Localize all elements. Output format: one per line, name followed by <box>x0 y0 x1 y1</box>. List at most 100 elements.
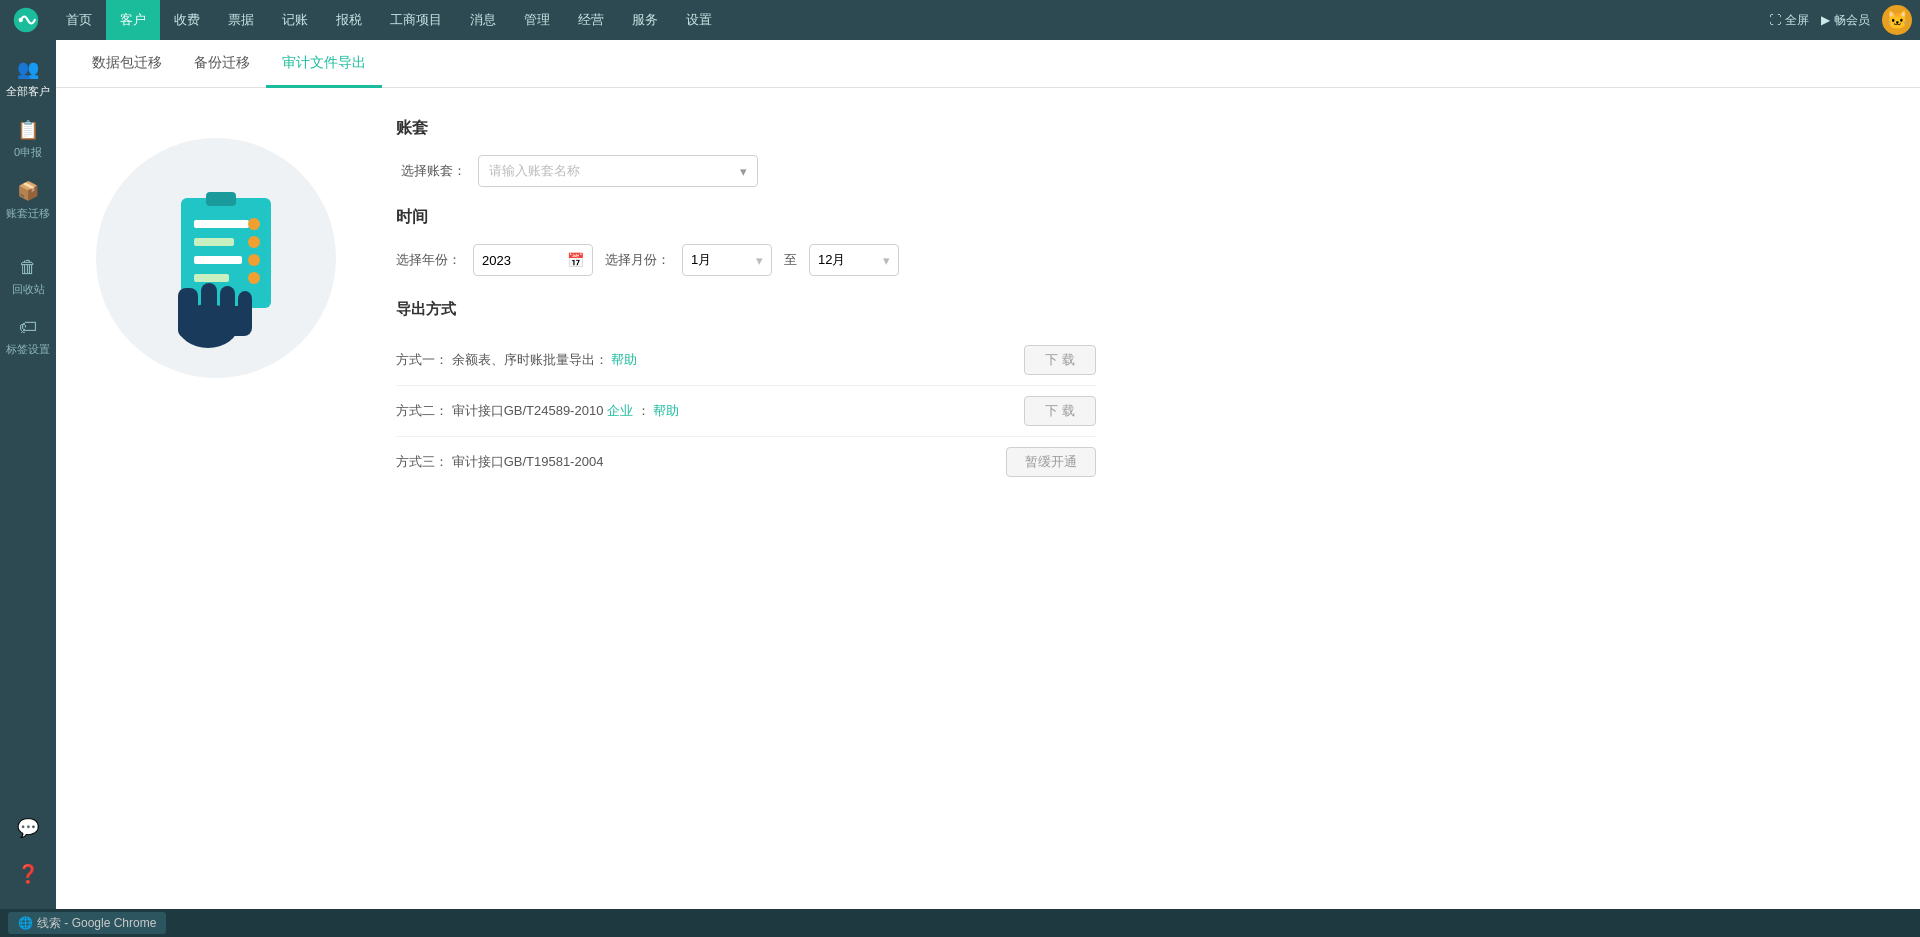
time-section-divider: 时间 <box>396 207 1096 228</box>
export-method-3: 方式三： 审计接口GB/T19581-2004 暂缓开通 <box>396 437 1096 487</box>
svg-point-10 <box>248 272 260 284</box>
accounts-section-title: 账套 <box>396 118 1096 139</box>
svg-rect-4 <box>194 238 234 246</box>
export-method-2-help-link[interactable]: 帮助 <box>653 403 679 418</box>
nav-menu: 首页 客户 收费 票据 记账 报税 工商项目 消息 管理 经营 服务 设置 <box>52 0 1769 40</box>
tab-data-package-migrate[interactable]: 数据包迁移 <box>76 41 178 88</box>
sidebar-item-account-migrate[interactable]: 📦 账套迁移 <box>0 170 56 231</box>
recycle-icon: 🗑 <box>19 257 37 278</box>
taskbar-chrome[interactable]: 🌐 线索 - Google Chrome <box>8 912 166 934</box>
nav-bills[interactable]: 票据 <box>214 0 268 40</box>
svg-rect-11 <box>206 192 236 206</box>
nav-accounting[interactable]: 记账 <box>268 0 322 40</box>
export-method-2-text: 审计接口GB/T24589-2010 <box>452 403 604 418</box>
export-method-3-text: 审计接口GB/T19581-2004 <box>452 454 604 469</box>
accounts-placeholder: 请输入账套名称 <box>489 162 580 180</box>
export-method-1: 方式一： 余额表、序时账批量导出： 帮助 下 载 <box>396 335 1096 386</box>
export-method-1-text: 余额表、序时账批量导出： <box>452 352 608 367</box>
all-customers-icon: 👥 <box>17 58 39 80</box>
accounts-form-row: 选择账套： 请输入账套名称 ▾ <box>396 155 1096 187</box>
export-method-3-prefix: 方式三： <box>396 454 448 469</box>
nav-home[interactable]: 首页 <box>52 0 106 40</box>
calendar-icon: 📅 <box>567 252 584 268</box>
month-end-select[interactable]: 12月 ▾ <box>809 244 899 276</box>
nav-fees[interactable]: 收费 <box>160 0 214 40</box>
time-section-title: 时间 <box>396 207 1096 228</box>
help-icon: ❓ <box>17 863 39 885</box>
time-form-row: 选择年份： 2023 📅 选择月份： 1月 ▾ 至 12月 <box>396 244 1096 276</box>
chat-icon: 💬 <box>17 817 39 839</box>
year-input[interactable]: 2023 📅 <box>473 244 593 276</box>
sidebar-item-recycle[interactable]: 🗑 回收站 <box>0 247 56 307</box>
export-method-1-download-button[interactable]: 下 载 <box>1024 345 1096 375</box>
svg-point-1 <box>19 18 23 22</box>
month-end-value: 12月 <box>818 251 845 269</box>
export-method-1-desc: 方式一： 余额表、序时账批量导出： 帮助 <box>396 351 637 369</box>
accounts-label: 选择账套： <box>396 162 466 180</box>
nav-right-area: ⛶ 全屏 ▶ 畅会员 🐱 <box>1769 5 1912 35</box>
export-method-2-download-button[interactable]: 下 载 <box>1024 396 1096 426</box>
nav-manage[interactable]: 管理 <box>510 0 564 40</box>
tag-settings-icon: 🏷 <box>19 317 37 338</box>
form-container: 账套 选择账套： 请输入账套名称 ▾ 时间 选择年份： <box>96 118 1880 487</box>
month-start-value: 1月 <box>691 251 711 269</box>
nav-bizproject[interactable]: 工商项目 <box>376 0 456 40</box>
main-layout: 👥 全部客户 📋 0申报 📦 账套迁移 🗑 回收站 🏷 标签设置 💬 ❓ <box>0 40 1920 909</box>
to-text: 至 <box>784 251 797 269</box>
export-method-1-prefix: 方式一： <box>396 352 448 367</box>
sidebar-item-zero-declare[interactable]: 📋 0申报 <box>0 109 56 170</box>
tabs-bar: 数据包迁移 备份迁移 审计文件导出 <box>56 40 1920 88</box>
export-method-2-prefix: 方式二： <box>396 403 448 418</box>
month-start-label: 选择月份： <box>605 251 670 269</box>
year-value: 2023 <box>482 253 511 268</box>
tab-backup-migrate[interactable]: 备份迁移 <box>178 41 266 88</box>
nav-operation[interactable]: 经营 <box>564 0 618 40</box>
export-method-3-comingsoon-button[interactable]: 暂缓开通 <box>1006 447 1096 477</box>
sidebar-help[interactable]: ❓ <box>13 855 43 893</box>
export-method-2: 方式二： 审计接口GB/T24589-2010 企业 ： 帮助 下 载 <box>396 386 1096 437</box>
export-section-title: 导出方式 <box>396 300 1096 319</box>
export-method-3-desc: 方式三： 审计接口GB/T19581-2004 <box>396 453 603 471</box>
top-navigation: 首页 客户 收费 票据 记账 报税 工商项目 消息 管理 经营 服务 设置 ⛶ … <box>0 0 1920 40</box>
svg-rect-5 <box>194 256 242 264</box>
export-method-1-help-link[interactable]: 帮助 <box>611 352 637 367</box>
sidebar-item-tag-settings[interactable]: 🏷 标签设置 <box>0 307 56 367</box>
svg-rect-17 <box>178 306 252 336</box>
export-method-2-desc: 方式二： 审计接口GB/T24589-2010 企业 ： 帮助 <box>396 402 679 420</box>
account-migrate-icon: 📦 <box>17 180 39 202</box>
avatar[interactable]: 🐱 <box>1882 5 1912 35</box>
illustration-area <box>96 118 336 398</box>
export-method-2-company: 企业 <box>607 403 633 418</box>
illustration-circle <box>96 138 336 378</box>
export-section: 导出方式 方式一： 余额表、序时账批量导出： 帮助 下 载 <box>396 300 1096 487</box>
chevron-down-month-end-icon: ▾ <box>883 253 890 268</box>
sidebar-item-all-customers[interactable]: 👥 全部客户 <box>0 48 56 109</box>
sidebar-chat[interactable]: 💬 <box>13 809 43 847</box>
taskbar-chrome-label: 线索 - Google Chrome <box>37 915 156 932</box>
fullscreen-button[interactable]: ⛶ 全屏 <box>1769 12 1809 29</box>
svg-point-9 <box>248 254 260 266</box>
nav-settings[interactable]: 设置 <box>672 0 726 40</box>
nav-messages[interactable]: 消息 <box>456 0 510 40</box>
chevron-down-icon: ▾ <box>740 164 747 179</box>
nav-customer[interactable]: 客户 <box>106 0 160 40</box>
zero-declare-icon: 📋 <box>17 119 39 141</box>
app-logo <box>8 2 44 38</box>
sidebar-footer: 💬 ❓ <box>13 809 43 909</box>
page-content: 账套 选择账套： 请输入账套名称 ▾ 时间 选择年份： <box>56 88 1920 909</box>
tab-audit-export[interactable]: 审计文件导出 <box>266 41 382 88</box>
left-sidebar: 👥 全部客户 📋 0申报 📦 账套迁移 🗑 回收站 🏷 标签设置 💬 ❓ <box>0 40 56 909</box>
chrome-icon: 🌐 <box>18 916 33 930</box>
svg-point-7 <box>248 218 260 230</box>
nav-tax[interactable]: 报税 <box>322 0 376 40</box>
svg-point-8 <box>248 236 260 248</box>
year-label: 选择年份： <box>396 251 461 269</box>
accounts-select[interactable]: 请输入账套名称 ▾ <box>478 155 758 187</box>
svg-rect-6 <box>194 274 229 282</box>
content-area: 数据包迁移 备份迁移 审计文件导出 <box>56 40 1920 909</box>
right-form: 账套 选择账套： 请输入账套名称 ▾ 时间 选择年份： <box>396 118 1096 487</box>
nav-service[interactable]: 服务 <box>618 0 672 40</box>
month-start-select[interactable]: 1月 ▾ <box>682 244 772 276</box>
chevron-down-month-start-icon: ▾ <box>756 253 763 268</box>
member-button[interactable]: ▶ 畅会员 <box>1821 12 1870 29</box>
